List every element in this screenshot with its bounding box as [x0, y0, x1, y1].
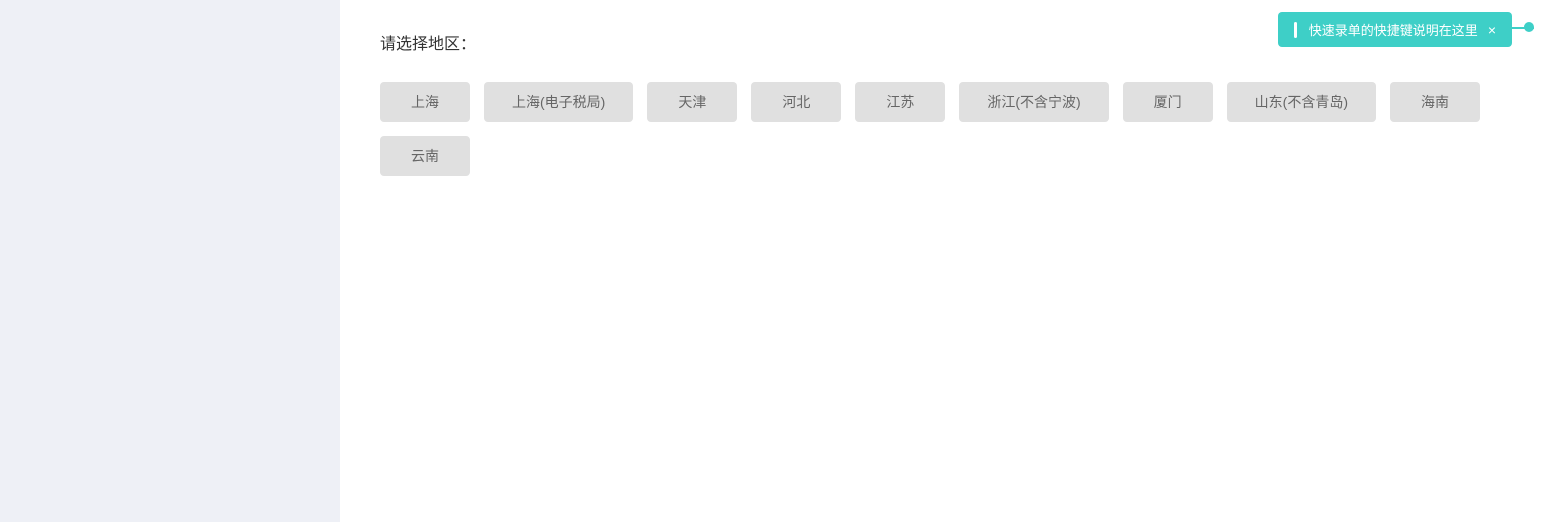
region-button-9[interactable]: 云南 [380, 136, 470, 176]
tooltip-dot [1524, 22, 1534, 32]
sidebar [0, 0, 340, 522]
tooltip-banner: 快速录单的快捷键说明在这里 × [1278, 12, 1512, 47]
region-button-8[interactable]: 海南 [1390, 82, 1480, 122]
region-button-3[interactable]: 河北 [751, 82, 841, 122]
region-button-5[interactable]: 浙江(不含宁波) [959, 82, 1108, 122]
region-button-0[interactable]: 上海 [380, 82, 470, 122]
region-button-7[interactable]: 山东(不含青岛) [1227, 82, 1376, 122]
region-grid: 上海上海(电子税局) 天津河北江苏浙江(不含宁波) 厦门山东(不含青岛) 海南云南 [380, 82, 1522, 176]
tooltip-close-button[interactable]: × [1488, 23, 1496, 37]
region-button-2[interactable]: 天津 [647, 82, 737, 122]
tooltip-text: 快速录单的快捷键说明在这里 [1309, 20, 1478, 39]
region-button-6[interactable]: 厦门 [1123, 82, 1213, 122]
region-button-1[interactable]: 上海(电子税局) [484, 82, 633, 122]
main-content: 请选择地区： 上海上海(电子税局)天津河北江苏浙江(不含宁波)厦门山东(不含青岛… [340, 0, 1562, 522]
region-button-4[interactable]: 江苏 [855, 82, 945, 122]
